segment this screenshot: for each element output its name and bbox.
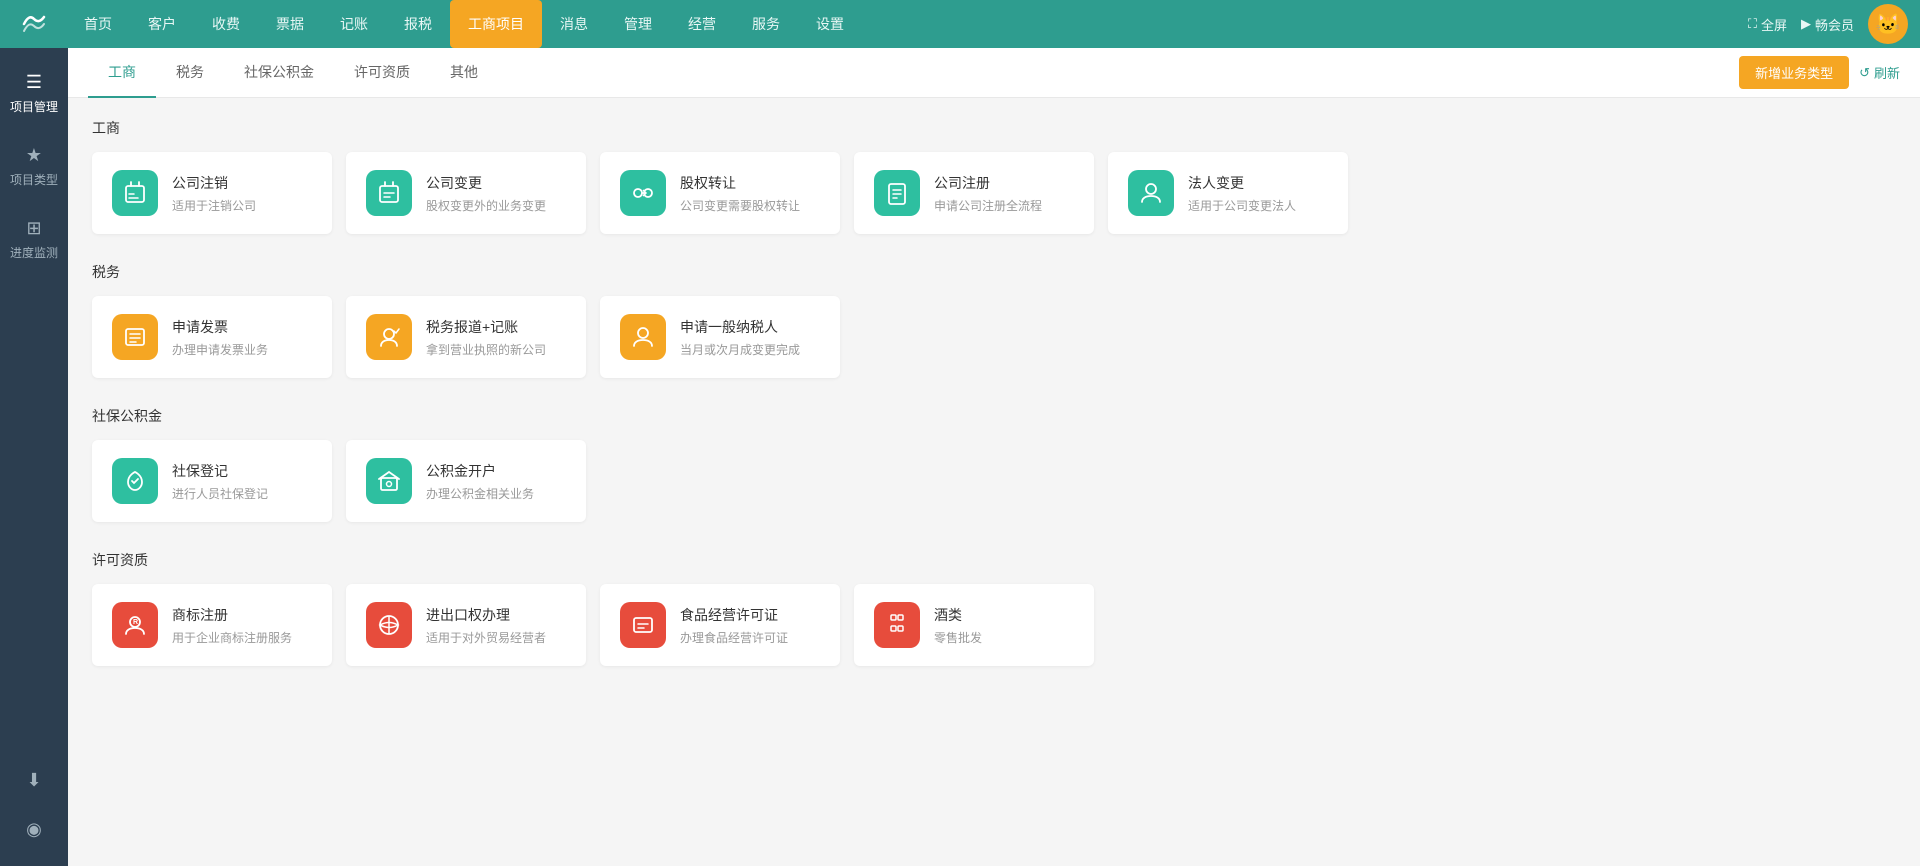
card-food-license[interactable]: 食品经营许可证 办理食品经营许可证 (600, 584, 840, 666)
card-import-export[interactable]: 进出口权办理 适用于对外贸易经营者 (346, 584, 586, 666)
card-liquor-text: 酒类 零售批发 (934, 605, 1074, 646)
card-housing-fund[interactable]: 公积金开户 办理公积金相关业务 (346, 440, 586, 522)
company-register-icon (874, 170, 920, 216)
card-legal-person-change[interactable]: 法人变更 适用于公司变更法人 (1108, 152, 1348, 234)
import-export-icon (366, 602, 412, 648)
nav-business[interactable]: 工商项目 (450, 0, 542, 48)
sidebar-item-progress[interactable]: ⊞ 进度监测 (0, 202, 68, 275)
card-tax-report-accounting[interactable]: 税务报道+记账 拿到营业执照的新公司 (346, 296, 586, 378)
cards-grid-social: 社保登记 进行人员社保登记 公积金开户 办理公积金相关业务 (92, 440, 1896, 522)
nav-manage[interactable]: 管理 (606, 0, 670, 48)
card-general-taxpayer-text: 申请一般纳税人 当月或次月成变更完成 (680, 317, 820, 358)
tab-bar: 工商 税务 社保公积金 许可资质 其他 新增业务类型 ↺ 刷新 (68, 48, 1920, 98)
card-social-insurance[interactable]: 社保登记 进行人员社保登记 (92, 440, 332, 522)
card-invoice-apply[interactable]: 申请发票 办理申请发票业务 (92, 296, 332, 378)
nav-accounting[interactable]: 记账 (322, 0, 386, 48)
food-license-icon (620, 602, 666, 648)
sidebar-download-btn[interactable]: ⬇ (26, 760, 42, 801)
invoice-apply-icon (112, 314, 158, 360)
nav-service[interactable]: 服务 (734, 0, 798, 48)
tab-business[interactable]: 工商 (88, 48, 156, 98)
cards-grid-gongshang: 公司注销 适用于注销公司 公司变更 股权变更外的业务变更 (92, 152, 1896, 234)
tab-license[interactable]: 许可资质 (334, 48, 430, 98)
section-title-tax: 税务 (92, 262, 1896, 282)
card-food-license-text: 食品经营许可证 办理食品经营许可证 (680, 605, 820, 646)
tax-report-icon (366, 314, 412, 360)
nav-customer[interactable]: 客户 (130, 0, 194, 48)
nav-fee[interactable]: 收费 (194, 0, 258, 48)
card-company-change[interactable]: 公司变更 股权变更外的业务变更 (346, 152, 586, 234)
card-legal-person-change-text: 法人变更 适用于公司变更法人 (1188, 173, 1328, 214)
top-nav-right: ⛶ 全屏 ▶ 畅会员 🐱 (1748, 4, 1908, 44)
liquor-icon (874, 602, 920, 648)
section-title-social: 社保公积金 (92, 406, 1896, 426)
card-equity-transfer-text: 股权转让 公司变更需要股权转让 (680, 173, 820, 214)
card-general-taxpayer[interactable]: 申请一般纳税人 当月或次月成变更完成 (600, 296, 840, 378)
app-logo (12, 2, 56, 46)
progress-icon: ⊞ (22, 216, 46, 240)
refresh-icon: ↺ (1859, 65, 1870, 81)
nav-settings[interactable]: 设置 (798, 0, 862, 48)
card-import-export-text: 进出口权办理 适用于对外贸易经营者 (426, 605, 566, 646)
nav-home[interactable]: 首页 (66, 0, 130, 48)
sidebar-item-project-type[interactable]: ★ 项目类型 (0, 129, 68, 202)
cards-grid-tax: 申请发票 办理申请发票业务 税务报道+记账 拿到营业执照的新公 (92, 296, 1896, 378)
company-cancel-icon (112, 170, 158, 216)
card-company-register[interactable]: 公司注册 申请公司注册全流程 (854, 152, 1094, 234)
trademark-icon: R (112, 602, 158, 648)
new-type-button[interactable]: 新增业务类型 (1739, 56, 1849, 89)
top-nav: 首页 客户 收费 票据 记账 报税 工商项目 消息 管理 经营 服务 设置 ⛶ … (0, 0, 1920, 48)
social-insurance-icon (112, 458, 158, 504)
sidebar: ☰ 项目管理 ★ 项目类型 ⊞ 进度监测 ⬇ ◉ (0, 48, 68, 866)
card-liquor[interactable]: 酒类 零售批发 (854, 584, 1094, 666)
nav-tax[interactable]: 报税 (386, 0, 450, 48)
project-mgmt-icon: ☰ (22, 70, 46, 94)
card-housing-fund-text: 公积金开户 办理公积金相关业务 (426, 461, 566, 502)
sidebar-item-project-mgmt[interactable]: ☰ 项目管理 (0, 56, 68, 129)
project-type-icon: ★ (22, 143, 46, 167)
tab-tax[interactable]: 税务 (156, 48, 224, 98)
card-tax-report-text: 税务报道+记账 拿到营业执照的新公司 (426, 317, 566, 358)
card-trademark[interactable]: R 商标注册 用于企业商标注册服务 (92, 584, 332, 666)
refresh-button[interactable]: ↺ 刷新 (1859, 63, 1900, 82)
cards-grid-license: R 商标注册 用于企业商标注册服务 (92, 584, 1896, 666)
card-company-change-text: 公司变更 股权变更外的业务变更 (426, 173, 566, 214)
nav-items: 首页 客户 收费 票据 记账 报税 工商项目 消息 管理 经营 服务 设置 (66, 0, 1748, 48)
scroll-content[interactable]: 工商 公司注销 适用于注销公司 (68, 98, 1920, 866)
vip-btn[interactable]: ▶ 畅会员 (1801, 15, 1854, 34)
tab-actions: 新增业务类型 ↺ 刷新 (1739, 56, 1900, 89)
sidebar-bottom: ⬇ ◉ (26, 760, 42, 866)
mascot-avatar[interactable]: 🐱 (1868, 4, 1908, 44)
equity-transfer-icon (620, 170, 666, 216)
fullscreen-icon: ⛶ (1748, 16, 1757, 32)
nav-ticket[interactable]: 票据 (258, 0, 322, 48)
fullscreen-btn[interactable]: ⛶ 全屏 (1748, 15, 1787, 34)
general-taxpayer-icon (620, 314, 666, 360)
main-layout: ☰ 项目管理 ★ 项目类型 ⊞ 进度监测 ⬇ ◉ 工商 税务 社保公积金 许可资… (0, 48, 1920, 866)
legal-person-change-icon (1128, 170, 1174, 216)
card-trademark-text: 商标注册 用于企业商标注册服务 (172, 605, 312, 646)
card-company-cancel[interactable]: 公司注销 适用于注销公司 (92, 152, 332, 234)
nav-operation[interactable]: 经营 (670, 0, 734, 48)
vip-icon: ▶ (1801, 16, 1811, 32)
content-area: 工商 税务 社保公积金 许可资质 其他 新增业务类型 ↺ 刷新 工商 (68, 48, 1920, 866)
card-social-insurance-text: 社保登记 进行人员社保登记 (172, 461, 312, 502)
section-title-gongshang: 工商 (92, 118, 1896, 138)
nav-message[interactable]: 消息 (542, 0, 606, 48)
tab-social-insurance[interactable]: 社保公积金 (224, 48, 334, 98)
section-title-license: 许可资质 (92, 550, 1896, 570)
company-change-icon (366, 170, 412, 216)
sidebar-help-btn[interactable]: ◉ (26, 809, 42, 850)
card-company-register-text: 公司注册 申请公司注册全流程 (934, 173, 1074, 214)
tab-other[interactable]: 其他 (430, 48, 498, 98)
card-invoice-apply-text: 申请发票 办理申请发票业务 (172, 317, 312, 358)
housing-fund-icon (366, 458, 412, 504)
card-company-cancel-text: 公司注销 适用于注销公司 (172, 173, 312, 214)
svg-text:R: R (133, 619, 138, 626)
card-equity-transfer[interactable]: 股权转让 公司变更需要股权转让 (600, 152, 840, 234)
